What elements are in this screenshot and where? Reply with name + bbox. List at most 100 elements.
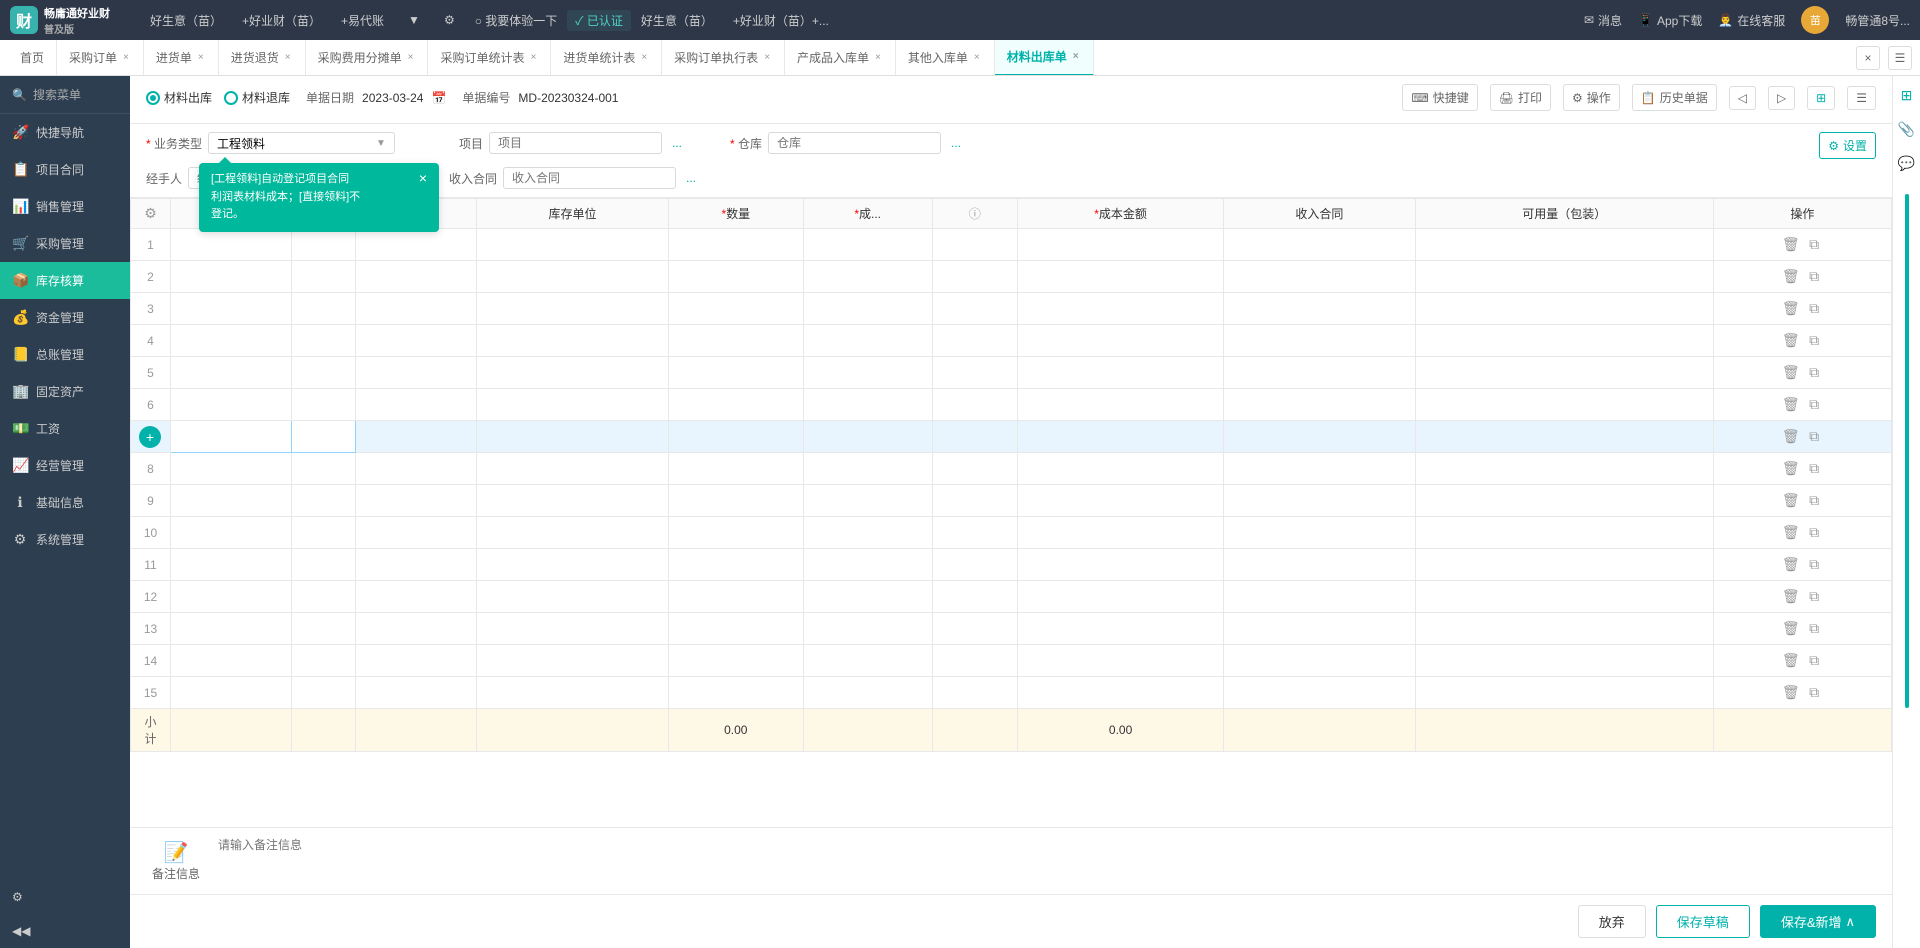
nav-yidaizhang[interactable]: +易代账 — [331, 12, 394, 29]
warehouse-input[interactable] — [768, 132, 941, 154]
sidebar-item-navigation[interactable]: 🚀 快捷导航 — [0, 114, 130, 151]
close-tab-purchase-order[interactable]: × — [121, 52, 131, 63]
tooltip-close-btn[interactable]: × — [419, 171, 427, 185]
warehouse-text[interactable] — [777, 136, 932, 150]
tab-home[interactable]: 首页 — [8, 40, 57, 76]
add-row-btn[interactable]: + — [139, 426, 161, 448]
sidebar-item-management[interactable]: 📈 经营管理 — [0, 447, 130, 484]
save-draft-btn[interactable]: 保存草稿 — [1656, 905, 1750, 938]
sidebar-item-inventory[interactable]: 📦 库存核算 — [0, 262, 130, 299]
business-type-text[interactable] — [217, 136, 372, 150]
income-contract-input[interactable] — [503, 167, 676, 189]
delete-icon[interactable]: 🗑 — [1781, 459, 1801, 479]
nav-haoshengyimiao2[interactable]: 好生意（苗） — [631, 12, 723, 29]
grid-container[interactable]: ⚙ 项目 * 规格 库存单位 *数量 *成... ⓘ *成本金额 — [130, 198, 1892, 827]
close-tab-product-instock[interactable]: × — [873, 52, 883, 63]
copy-icon[interactable]: ⧉ — [1804, 587, 1824, 607]
tab-material-outstock[interactable]: 材料出库单 × — [995, 40, 1094, 76]
delete-icon[interactable]: 🗑 — [1781, 395, 1801, 415]
form-settings-btn[interactable]: ⚙ 设置 — [1819, 132, 1876, 159]
row-1-cost-amount[interactable] — [1018, 229, 1224, 261]
delete-icon[interactable]: 🗑 — [1781, 523, 1801, 543]
delete-icon[interactable]: 🗑 — [1781, 619, 1801, 639]
col-settings-header[interactable]: ⚙ — [131, 199, 171, 229]
project-ellipsis[interactable]: ... — [668, 136, 686, 150]
tab-jinghuo-return[interactable]: 进货退货 × — [219, 40, 306, 76]
copy-icon[interactable]: ⧉ — [1804, 299, 1824, 319]
nav-dropdown[interactable]: ▼ — [398, 13, 430, 27]
close-all-tabs-btn[interactable]: × — [1856, 46, 1880, 70]
tab-purchase-stats[interactable]: 采购订单统计表 × — [428, 40, 551, 76]
online-service-btn[interactable]: 👨‍💼 在线客服 — [1718, 12, 1785, 29]
shortcut-btn[interactable]: ⌨ 快捷键 — [1402, 84, 1477, 111]
close-tab-purchase-fee[interactable]: × — [406, 52, 416, 63]
row-1-material[interactable] — [292, 229, 356, 261]
delete-icon[interactable]: 🗑 — [1781, 427, 1801, 447]
nav-settings-gear[interactable]: ⚙ — [434, 13, 465, 27]
sidebar-collapse-btn[interactable]: ◀◀ — [0, 914, 130, 948]
delete-icon[interactable]: 🗑 — [1781, 587, 1801, 607]
nav-haoyecai2[interactable]: +好业财（苗）+... — [723, 12, 839, 29]
income-contract-ellipsis[interactable]: ... — [682, 171, 700, 185]
copy-icon[interactable]: ⧉ — [1804, 395, 1824, 415]
tab-purchase-exec[interactable]: 采购订单执行表 × — [662, 40, 785, 76]
project-text[interactable] — [498, 136, 653, 150]
row-1-income-contract[interactable] — [1223, 229, 1415, 261]
sidebar-item-project[interactable]: 📋 项目合同 — [0, 151, 130, 188]
income-contract-text[interactable] — [512, 171, 667, 185]
delete-icon[interactable]: 🗑 — [1781, 299, 1801, 319]
notes-input[interactable] — [218, 836, 1876, 866]
sidebar-item-assets[interactable]: 🏢 固定资产 — [0, 373, 130, 410]
operation-btn[interactable]: ⚙ 操作 — [1563, 84, 1620, 111]
user-avatar[interactable]: 苗 — [1801, 6, 1829, 34]
sidebar-item-sales[interactable]: 📊 销售管理 — [0, 188, 130, 225]
copy-icon[interactable]: ⧉ — [1804, 683, 1824, 703]
copy-icon[interactable]: ⧉ — [1804, 235, 1824, 255]
discard-btn[interactable]: 放弃 — [1578, 905, 1646, 938]
right-panel-expand-icon[interactable]: ⊞ — [1896, 84, 1918, 106]
message-btn[interactable]: ✉ 消息 — [1584, 12, 1622, 29]
next-record-btn[interactable]: ▷ — [1768, 86, 1795, 110]
radio-material-outstock[interactable]: 材料出库 — [146, 89, 212, 106]
copy-icon[interactable]: ⧉ — [1804, 459, 1824, 479]
right-panel-attach-icon[interactable]: 📎 — [1896, 118, 1918, 140]
project-input[interactable] — [489, 132, 662, 154]
sidebar-item-salary[interactable]: 💵 工资 — [0, 410, 130, 447]
tab-jinghuo[interactable]: 进货单 × — [144, 40, 219, 76]
tab-purchase-stats2[interactable]: 进货单统计表 × — [551, 40, 662, 76]
radio-material-return[interactable]: 材料退库 — [224, 89, 290, 106]
tab-purchase-fee[interactable]: 采购费用分摊单 × — [306, 40, 429, 76]
row-1-project[interactable] — [171, 229, 292, 261]
copy-icon[interactable]: ⧉ — [1804, 267, 1824, 287]
copy-icon[interactable]: ⧉ — [1804, 331, 1824, 351]
nav-experience[interactable]: ○ 我要体验一下 — [465, 12, 568, 29]
date-value[interactable]: 2023-03-24 — [362, 91, 423, 105]
col-settings-icon[interactable]: ⚙ — [144, 205, 157, 221]
close-tab-other-instock[interactable]: × — [972, 52, 982, 63]
delete-icon[interactable]: 🗑 — [1781, 235, 1801, 255]
nav-certified[interactable]: ✓ 已认证 — [567, 10, 631, 31]
delete-icon[interactable]: 🗑 — [1781, 267, 1801, 287]
business-type-input[interactable]: ▼ × [工程领料]自动登记项目合同利润表材料成本；[直接领料]不登记。 — [208, 132, 395, 154]
sidebar-item-purchase[interactable]: 🛒 采购管理 — [0, 225, 130, 262]
print-btn[interactable]: 🖨 打印 — [1490, 84, 1551, 111]
sidebar-search[interactable]: 🔍 搜索菜单 — [0, 76, 130, 114]
copy-icon[interactable]: ⧉ — [1804, 555, 1824, 575]
calendar-icon[interactable]: 📅 — [431, 91, 446, 105]
app-download-btn[interactable]: 📱 App下载 — [1638, 12, 1702, 29]
delete-icon[interactable]: 🗑 — [1781, 651, 1801, 671]
nav-haoshengyimiao[interactable]: 好生意（苗） — [140, 12, 232, 29]
delete-icon[interactable]: 🗑 — [1781, 491, 1801, 511]
delete-icon[interactable]: 🗑 — [1781, 555, 1801, 575]
prev-record-btn[interactable]: ◁ — [1729, 86, 1756, 110]
history-btn[interactable]: 📋 历史单据 — [1632, 84, 1717, 111]
sidebar-item-ledger[interactable]: 📒 总账管理 — [0, 336, 130, 373]
copy-icon[interactable]: ⧉ — [1804, 651, 1824, 671]
close-tab-purchase-stats[interactable]: × — [528, 52, 538, 63]
copy-icon[interactable]: ⧉ — [1804, 523, 1824, 543]
warehouse-ellipsis[interactable]: ... — [947, 136, 965, 150]
tab-product-instock[interactable]: 产成品入库单 × — [785, 40, 896, 76]
row-1-qty[interactable] — [668, 229, 803, 261]
close-tab-purchase-stats2[interactable]: × — [639, 52, 649, 63]
sidebar-settings-btn[interactable]: ⚙ — [0, 880, 130, 914]
